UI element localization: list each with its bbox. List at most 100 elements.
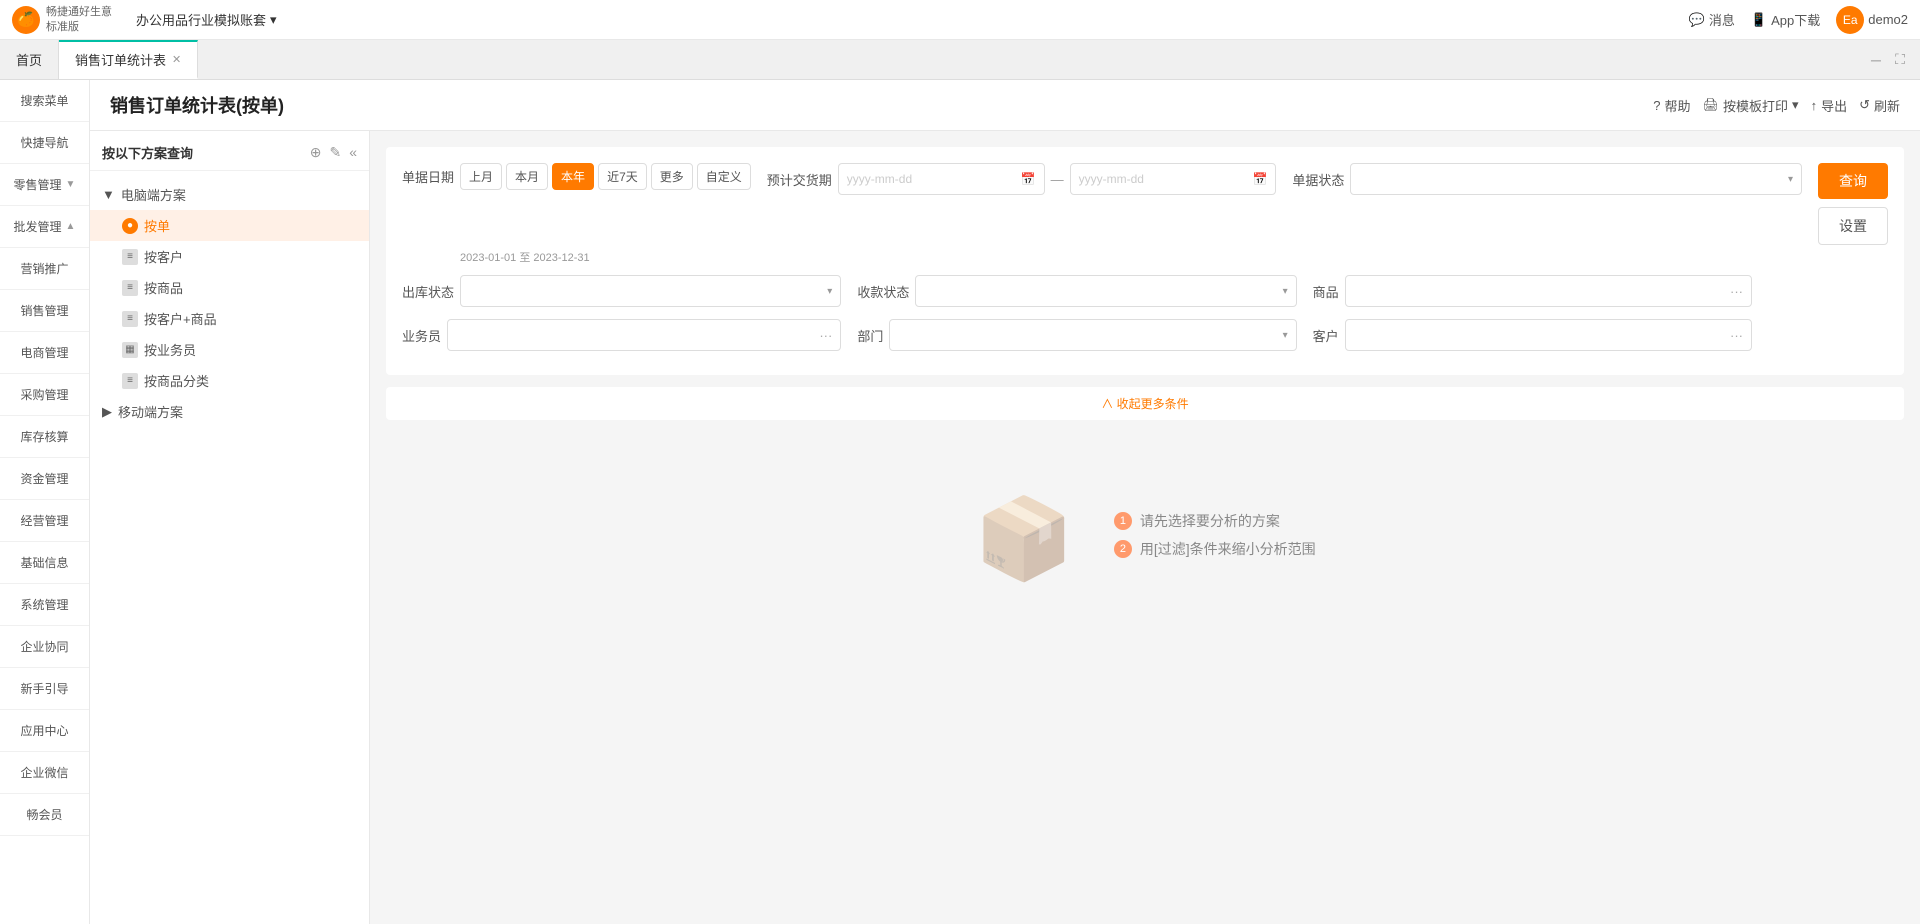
page-header-actions: ? 帮助 🖨 按模板打印 ▾ ↑ 导出 ↺ 刷新 (1653, 96, 1900, 127)
maximize-button[interactable]: ⛶ (1892, 52, 1908, 68)
sidebar-item-inventory[interactable]: 库存核算 (0, 416, 89, 458)
user-menu[interactable]: Ea demo2 (1836, 6, 1908, 34)
search-button[interactable]: 查询 (1818, 163, 1888, 199)
tab-sales-order[interactable]: 销售订单统计表 ✕ (59, 40, 198, 79)
product-input[interactable]: ··· (1345, 275, 1752, 307)
tree-parent-mobile[interactable]: ▶ 移动端方案 (90, 396, 369, 427)
date-btn-this-year[interactable]: 本年 (552, 163, 594, 190)
help-icon: ? (1653, 98, 1660, 113)
date-btn-more[interactable]: 更多 (651, 163, 693, 190)
date-btn-7days[interactable]: 近7天 (598, 163, 647, 190)
app-download-button[interactable]: 📱 App下载 (1751, 10, 1820, 29)
tree-child-by-salesperson-label: 按业务员 (144, 340, 196, 359)
tree-child-by-product[interactable]: ≡ 按商品 (90, 272, 369, 303)
breadcrumb: 办公用品行业模拟账套 ▾ (136, 10, 277, 29)
sidebar-item-wholesale[interactable]: 批发管理 ▲ (0, 206, 89, 248)
right-panel: 单据日期 上月 本月 本年 近7天 更多 自定义 (370, 131, 1920, 924)
sidebar-item-search-menu[interactable]: 搜索菜单 (0, 80, 89, 122)
sidebar-item-sys-management[interactable]: 系统管理 (0, 584, 89, 626)
expected-date-label: 预计交货期 (767, 170, 832, 189)
calendar-icon-start: 📅 (1021, 172, 1036, 186)
collapse-bar[interactable]: ∧ 收起更多条件 (386, 387, 1904, 420)
department-label: 部门 (857, 326, 883, 345)
sidebar-item-marketing[interactable]: 营销推广 (0, 248, 89, 290)
sidebar-item-enterprise[interactable]: 企业协同 (0, 626, 89, 668)
export-button[interactable]: ↑ 导出 (1811, 96, 1848, 115)
expected-date-end[interactable]: yyyy-mm-dd 📅 (1070, 163, 1277, 195)
add-scheme-button[interactable]: ⊕ (310, 144, 322, 161)
payment-select[interactable]: ▾ (915, 275, 1296, 307)
product-label: 商品 (1313, 282, 1339, 301)
outbound-arrow-icon: ▾ (827, 286, 832, 297)
by-customer-product-icon: ≡ (122, 311, 138, 327)
sidebar-item-app-center[interactable]: 应用中心 (0, 710, 89, 752)
edit-scheme-button[interactable]: ✎ (329, 144, 341, 161)
tree-child-by-category-label: 按商品分类 (144, 371, 209, 390)
message-button[interactable]: 💬 消息 (1689, 10, 1735, 29)
left-panel-actions: ⊕ ✎ « (310, 144, 357, 161)
settings-button[interactable]: 设置 (1818, 207, 1888, 245)
hint-text-2: 用[过滤]条件来缩小分析范围 (1140, 539, 1316, 559)
sidebar-item-enterprise-wx[interactable]: 企业微信 (0, 752, 89, 794)
tree-child-by-category[interactable]: ≡ 按商品分类 (90, 365, 369, 396)
empty-illustration: 📦 (974, 492, 1074, 586)
sidebar-item-quick-nav[interactable]: 快捷导航 (0, 122, 89, 164)
sidebar-item-ecommerce[interactable]: 电商管理 (0, 332, 89, 374)
refresh-button[interactable]: ↺ 刷新 (1859, 96, 1900, 115)
sidebar-item-finance[interactable]: 资金管理 (0, 458, 89, 500)
help-button[interactable]: ? 帮助 (1653, 96, 1690, 115)
sidebar-item-sales[interactable]: 销售管理 (0, 290, 89, 332)
hint-num-1: 1 (1114, 512, 1132, 530)
logo-area: 🍊 畅捷通好生意 标准版 (12, 5, 112, 34)
date-range-display: 2023-01-01 至 2023-12-31 (460, 252, 590, 264)
department-select[interactable]: ▾ (889, 319, 1296, 351)
sidebar-item-purchase[interactable]: 采购管理 (0, 374, 89, 416)
sidebar-item-new-guide[interactable]: 新手引导 (0, 668, 89, 710)
sidebar-item-member[interactable]: 畅会员 (0, 794, 89, 836)
template-print-button[interactable]: 🖨 按模板打印 ▾ (1703, 96, 1799, 115)
outbound-label: 出库状态 (402, 282, 454, 301)
sidebar-item-operation[interactable]: 经营管理 (0, 500, 89, 542)
tree-child-by-customer-product[interactable]: ≡ 按客户+商品 (90, 303, 369, 334)
hint-text-1: 请先选择要分析的方案 (1140, 511, 1280, 531)
tree-parent-mobile-label: 移动端方案 (118, 402, 183, 421)
status-label: 单据状态 (1292, 170, 1344, 189)
sales-order-tab-label: 销售订单统计表 (75, 50, 166, 69)
breadcrumb-title[interactable]: 办公用品行业模拟账套 (136, 10, 266, 29)
home-tab-label: 首页 (16, 50, 42, 69)
print-icon: 🖨 (1703, 97, 1720, 113)
refresh-icon: ↺ (1859, 97, 1870, 113)
tree-parent-pc[interactable]: ▼ 电脑端方案 (90, 179, 369, 210)
status-arrow-icon: ▾ (1788, 174, 1793, 185)
expected-date-start[interactable]: yyyy-mm-dd 📅 (838, 163, 1045, 195)
customer-input[interactable]: ··· (1345, 319, 1752, 351)
empty-state: 📦 1 请先选择要分析的方案 2 用[过滤]条件来缩小分析范围 (386, 432, 1904, 646)
hint-item-2: 2 用[过滤]条件来缩小分析范围 (1114, 539, 1316, 559)
logo-icon: 🍊 (12, 6, 40, 34)
tree-parent-label: 电脑端方案 (121, 185, 186, 204)
sidebar-item-retail[interactable]: 零售管理 ▼ (0, 164, 89, 206)
tab-close-icon[interactable]: ✕ (172, 53, 181, 66)
tree-child-by-order[interactable]: ● 按单 (90, 210, 369, 241)
tree-child-by-customer[interactable]: ≡ 按客户 (90, 241, 369, 272)
status-select[interactable]: ▾ (1350, 163, 1802, 195)
hint-item-1: 1 请先选择要分析的方案 (1114, 511, 1316, 531)
tab-home[interactable]: 首页 (0, 40, 59, 79)
hint-num-2: 2 (1114, 540, 1132, 558)
calendar-icon-end: 📅 (1252, 172, 1267, 186)
sidebar-item-basic-info[interactable]: 基础信息 (0, 542, 89, 584)
scheme-tree: ▼ 电脑端方案 ● 按单 ≡ 按客户 ≡ 按商品 (90, 171, 369, 435)
date-btn-custom[interactable]: 自定义 (697, 163, 751, 190)
date-btn-this-month[interactable]: 本月 (506, 163, 548, 190)
date-btn-last-month[interactable]: 上月 (460, 163, 502, 190)
salesperson-input[interactable]: ··· (447, 319, 841, 351)
download-icon: 📱 (1751, 12, 1767, 28)
minimize-button[interactable]: ─ (1868, 52, 1884, 68)
by-salesperson-icon: ▦ (122, 342, 138, 358)
tree-child-by-customer-product-label: 按客户+商品 (144, 309, 217, 328)
template-print-arrow: ▾ (1792, 97, 1799, 113)
collapse-panel-button[interactable]: « (349, 144, 357, 161)
outbound-select[interactable]: ▾ (460, 275, 841, 307)
breadcrumb-arrow[interactable]: ▾ (270, 12, 277, 28)
tree-child-by-salesperson[interactable]: ▦ 按业务员 (90, 334, 369, 365)
